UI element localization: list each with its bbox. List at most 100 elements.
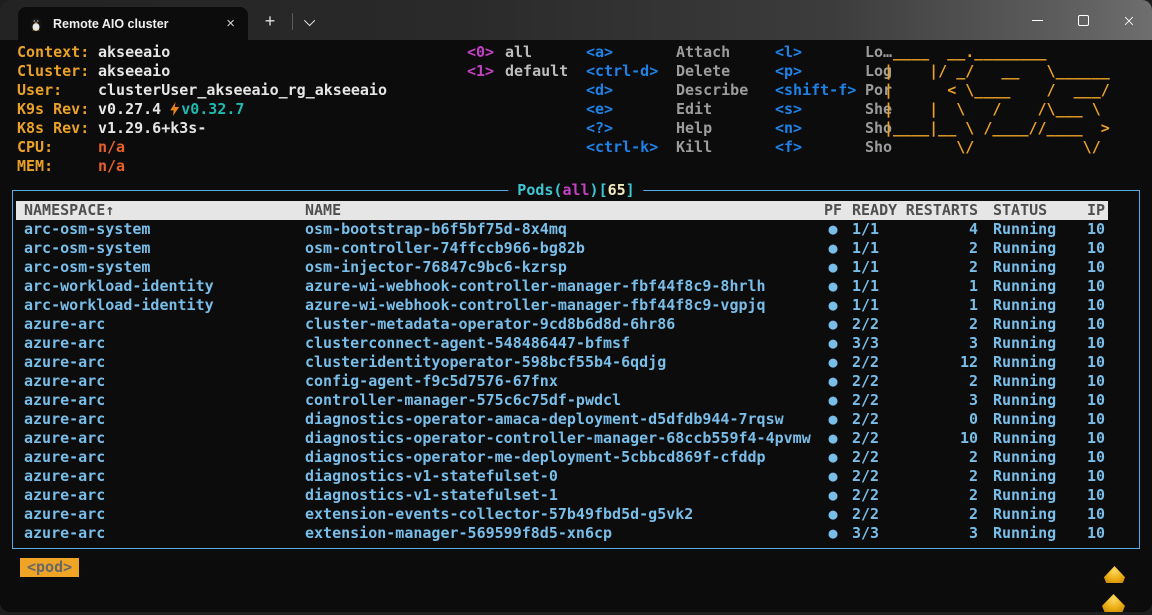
pod-row[interactable]: arc-osm-system osm-controller-74ffccb966-… [13,239,1139,258]
cell-ready: 2/2 [852,486,879,505]
info-value: n/a [98,138,125,156]
tab-remote-aio-cluster[interactable]: Remote AIO cluster × [18,7,248,40]
close-button[interactable]: × [1106,0,1152,40]
cell-ip: 10 [1080,524,1105,543]
cell-ready: 2/2 [852,353,879,372]
cluster-info-line: K9s Rev:v0.27.4v0.32.7 [17,100,387,119]
cell-status: Running [993,524,1056,543]
pod-row[interactable]: arc-osm-systemosm-bootstrap-b6f5bf75d-8x… [13,220,1139,239]
namespace-key: <0> [467,43,505,62]
action-hotkey: <shift-f>Por [775,81,892,100]
cell-name: extension-events-collector-57b49fbd5d-g5… [305,505,693,524]
cluster-info-line: MEM:n/a [17,157,387,176]
cell-status: Running [993,220,1056,239]
hotkey-key: <a> [586,43,676,62]
cell-namespace: azure-arc [24,429,105,448]
table-title-segment: 65 [608,181,626,199]
cell-ready: 3/3 [852,524,879,543]
table-title-segment: all [562,181,589,199]
cell-name: diagnostics-operator-controller-manager-… [305,429,811,448]
pod-row[interactable]: arc-osm-systemosm-injector-76847c9bc6-kz… [13,258,1139,277]
cell-pf-dot-icon: ● [820,296,846,315]
titlebar[interactable]: Remote AIO cluster × + × [0,0,1152,40]
pod-row[interactable]: arc-workload-identityazure-wi-webhook-co… [13,296,1139,315]
terminal-window: Remote AIO cluster × + × Context:akseeai… [0,0,1152,612]
cell-status: Running [993,315,1056,334]
hotkey-key: <ctrl-d> [586,62,676,81]
pod-row[interactable]: azure-arcdiagnostics-operator-amaca-depl… [13,410,1139,429]
minimize-button[interactable] [1014,0,1060,40]
cell-restarts: 3 [900,524,978,543]
cell-ip: 10 [1080,505,1105,524]
cell-name: diagnostics-operator-me-deployment-5cbbc… [305,448,766,467]
cell-namespace: azure-arc [24,391,105,410]
cell-name: osm-controller-74ffccb966-bg82b [305,239,585,258]
cell-status: Running [993,486,1056,505]
cell-ip: 10 [1080,334,1105,353]
table-header-row: NAMESPACE↑NAMEPFREADYRESTARTSSTATUSIP [13,201,1139,220]
cell-pf-dot-icon: ● [820,372,846,391]
cell-status: Running [993,429,1056,448]
info-value: n/a [98,157,125,175]
cell-namespace: arc-workload-identity [24,296,214,315]
pod-row[interactable]: azure-arccluster-metadata-operator-9cd8b… [13,315,1139,334]
cell-ready: 2/2 [852,429,879,448]
cell-ip: 10 [1080,258,1105,277]
cell-namespace: arc-osm-system [24,239,150,258]
pod-row[interactable]: azure-arcclusteridentityoperator-598bcf5… [13,353,1139,372]
cell-status: Running [993,448,1056,467]
pod-row[interactable]: azure-arcextension-events-collector-57b4… [13,505,1139,524]
table-rows: arc-osm-systemosm-bootstrap-b6f5bf75d-8x… [13,220,1139,543]
action-hotkey: <l>Lo… [775,43,892,62]
pods-table: Pods(all)[65] NAMESPACE↑NAMEPFREADYRESTA… [12,190,1140,549]
cell-pf-dot-icon: ● [820,277,846,296]
gold-cone-overlay-icon [1101,594,1126,612]
maximize-button[interactable] [1060,0,1106,40]
pod-row[interactable]: arc-workload-identityazure-wi-webhook-co… [13,277,1139,296]
cell-status: Running [993,391,1056,410]
cell-status: Running [993,410,1056,429]
column-header: RESTARTS [900,201,978,220]
cell-restarts: 2 [900,372,978,391]
new-tab-button[interactable]: + [255,9,285,34]
cell-namespace: azure-arc [24,524,105,543]
hotkey-key: <ctrl-k> [586,138,676,157]
info-label: User: [17,81,98,100]
hotkey-action: Help [676,119,712,137]
namespace-hotkey: <1>default [467,62,568,81]
cell-name: diagnostics-v1-statefulset-1 [305,486,558,505]
action-hotkey: <s>She [775,100,892,119]
namespace-key: <1> [467,62,505,81]
pod-row[interactable]: azure-arcdiagnostics-operator-me-deploym… [13,448,1139,467]
hotkey-key: <f> [775,138,865,157]
crumb-pod[interactable]: <pod> [20,558,79,577]
pod-row[interactable]: azure-arccontroller-manager-575c6c75df-p… [13,391,1139,410]
tab-dropdown-button[interactable] [298,9,324,34]
cell-namespace: arc-workload-identity [24,277,214,296]
pod-row[interactable]: azure-arcdiagnostics-v1-statefulset-1●2/… [13,486,1139,505]
cluster-info-line: Context:akseeaio [17,43,387,62]
pod-row[interactable]: azure-arcconfig-agent-f9c5d7576-67fnx●2/… [13,372,1139,391]
column-header: STATUS [993,201,1047,220]
hotkey-key: <shift-f> [775,81,865,100]
hotkey-action: Describe [676,81,748,99]
cell-namespace: azure-arc [24,372,105,391]
cell-status: Running [993,334,1056,353]
tab-close-icon[interactable]: × [223,16,238,31]
info-label: CPU: [17,138,98,157]
hotkey-action: Delete [676,62,730,80]
pod-row[interactable]: azure-arcclusterconnect-agent-548486447-… [13,334,1139,353]
pod-row[interactable]: azure-arcdiagnostics-v1-statefulset-0●2/… [13,467,1139,486]
action-hotkey: <?>Help [586,119,748,138]
hotkey-key: <s> [775,100,865,119]
action-hotkey: <ctrl-d>Delete [586,62,748,81]
cell-status: Running [993,277,1056,296]
cell-namespace: azure-arc [24,334,105,353]
cell-status: Running [993,258,1056,277]
cell-restarts: 2 [900,239,978,258]
pod-row[interactable]: azure-arc extension-manager-569599f8d5-xn… [13,524,1139,543]
cell-pf-dot-icon: ● [820,410,846,429]
pod-row[interactable]: azure-arc diagnostics-operator-controller… [13,429,1139,448]
cell-name: extension-manager-569599f8d5-xn6cp [305,524,612,543]
cell-ready: 1/1 [852,277,879,296]
